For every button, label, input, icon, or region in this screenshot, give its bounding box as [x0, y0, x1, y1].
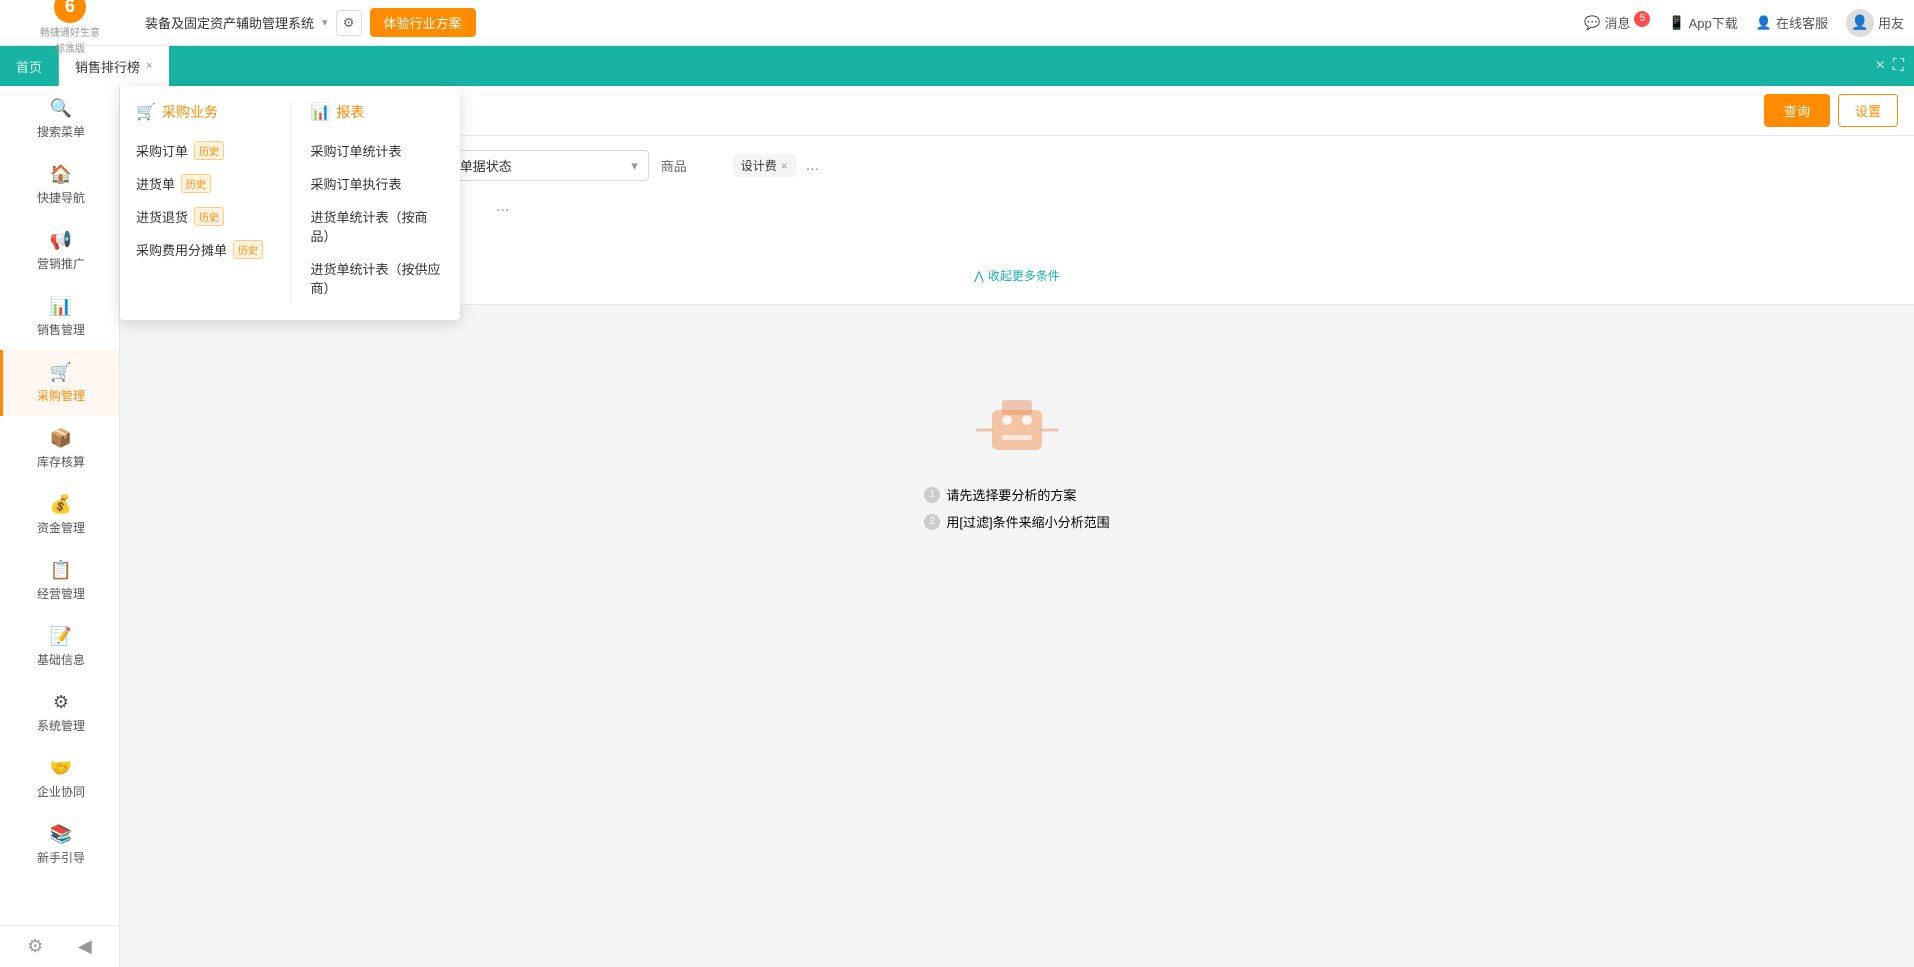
- dropdown-item-incoming-supplier[interactable]: 进货单统计表（按供应商）: [311, 252, 445, 304]
- sidebar-collapse-icon[interactable]: ◀: [78, 936, 92, 957]
- dropdown-item-incoming[interactable]: 进货单 历史: [136, 167, 270, 200]
- dropdown-col-reports-title: 📊 报表: [311, 102, 445, 122]
- operations-icon: 📋: [50, 560, 72, 581]
- purchase-icon: 🛒: [50, 362, 72, 383]
- system-icon: ⚙: [53, 692, 69, 713]
- phone-icon: 📱: [1668, 15, 1684, 31]
- status-arrow-icon: ▾: [631, 158, 638, 174]
- tab-bar-right: × ⛶: [1875, 57, 1914, 75]
- user-area[interactable]: 👤 用友: [1846, 9, 1904, 37]
- empty-illustration: [967, 385, 1067, 465]
- step-num-1: 1: [924, 487, 940, 503]
- goods-tag-close-icon[interactable]: ×: [781, 159, 788, 173]
- tab-close-icon[interactable]: ×: [146, 60, 152, 72]
- home-icon: 🏠: [50, 164, 72, 185]
- message-icon: 💬: [1584, 15, 1600, 31]
- goods-label: 商品: [661, 156, 721, 175]
- inventory-icon: 📦: [50, 428, 72, 449]
- history-badge-2: 历史: [194, 207, 224, 226]
- status-select[interactable]: 单据状态 ▾: [449, 150, 649, 181]
- gear-icon: ⚙: [343, 15, 355, 31]
- sidebar-item-marketing[interactable]: 📢 营销推广: [0, 218, 119, 284]
- sidebar-item-enterprise[interactable]: 🤝 企业协同: [0, 746, 119, 812]
- dropdown-item-order-exec[interactable]: 采购订单执行表: [311, 167, 445, 200]
- dropdown-col-purchase: 🛒 采购业务 采购订单 历史 进货单 历史 进货退货 历史 采购费用分摊单 历史: [120, 102, 286, 304]
- dropdown-item-incoming-goods[interactable]: 进货单统计表（按商品）: [311, 200, 445, 252]
- empty-step-1: 1 请先选择要分析的方案: [924, 485, 1109, 504]
- brand-name: 畅捷通好生意: [40, 24, 100, 39]
- sidebar-settings-icon[interactable]: ⚙: [27, 936, 43, 957]
- logo-area: 6 畅捷通好生意 标准版: [10, 0, 130, 55]
- sidebar-item-operations[interactable]: 📋 经营管理: [0, 548, 119, 614]
- empty-state: 1 请先选择要分析的方案 2 用[过滤]条件来缩小分析范围: [120, 305, 1914, 619]
- sidebar-item-system[interactable]: ⚙ 系统管理: [0, 680, 119, 746]
- top-bar: 6 畅捷通好生意 标准版 装备及固定资产辅助管理系统 ▾ ⚙ 体验行业方案 💬 …: [0, 0, 1914, 46]
- sidebar-item-search[interactable]: 🔍 搜索菜单: [0, 86, 119, 152]
- tab-close-window-btn[interactable]: ×: [1875, 57, 1884, 75]
- tab-expand-btn[interactable]: ⛶: [1893, 57, 1904, 75]
- app-download-btn[interactable]: 📱 App下载: [1668, 13, 1737, 32]
- user-avatar-icon: 👤: [1851, 14, 1868, 31]
- salesperson-filter: ...: [492, 198, 513, 216]
- history-badge-0: 历史: [194, 141, 224, 160]
- online-service-btn[interactable]: 👤 在线客服: [1756, 13, 1828, 32]
- collapse-btn[interactable]: ⋀ 收起更多条件: [962, 261, 1072, 290]
- col-divider: [290, 102, 291, 304]
- status-value: 单据状态: [460, 156, 512, 175]
- query-btn[interactable]: 查询: [1764, 94, 1830, 127]
- settings-icon-btn[interactable]: ⚙: [336, 10, 362, 36]
- sidebar-item-purchase[interactable]: 🛒 采购管理: [0, 350, 119, 416]
- system-name: 装备及固定资产辅助管理系统: [145, 13, 314, 32]
- guide-icon: 📚: [50, 824, 72, 845]
- salesperson-ellipsis-btn[interactable]: ...: [492, 198, 513, 216]
- finance-icon: 💰: [50, 494, 72, 515]
- enterprise-icon: 🤝: [50, 758, 72, 779]
- tab-bar: 首页 销售排行榜 × × ⛶: [0, 46, 1914, 86]
- logo-icon: 6: [54, 0, 86, 23]
- empty-steps: 1 请先选择要分析的方案 2 用[过滤]条件来缩小分析范围: [924, 485, 1109, 539]
- collapse-icon: ⋀: [974, 269, 984, 283]
- sidebar-item-inventory[interactable]: 📦 库存核算: [0, 416, 119, 482]
- dropdown-col-reports: 📊 报表 采购订单统计表 采购订单执行表 进货单统计表（按商品） 进货单统计表（…: [295, 102, 461, 304]
- basic-info-icon: 📝: [50, 626, 72, 647]
- service-icon: 👤: [1756, 15, 1772, 31]
- top-right: 💬 消息 5 📱 App下载 👤 在线客服 👤 用友: [1584, 9, 1904, 37]
- dropdown-item-expense[interactable]: 采购费用分摊单 历史: [136, 233, 270, 266]
- avatar: 👤: [1846, 9, 1874, 37]
- reports-col-icon: 📊: [311, 102, 331, 122]
- goods-filter: 设计费 × ...: [733, 154, 1898, 177]
- sidebar-item-quick-nav[interactable]: 🏠 快捷导航: [0, 152, 119, 218]
- step-num-2: 2: [924, 514, 940, 530]
- sidebar-item-guide[interactable]: 📚 新手引导: [0, 812, 119, 878]
- goods-tag-shejifei: 设计费 ×: [733, 154, 796, 177]
- sidebar-item-finance[interactable]: 💰 资金管理: [0, 482, 119, 548]
- industry-btn[interactable]: 体验行业方案: [370, 8, 476, 37]
- nav-arrow-icon[interactable]: ▾: [322, 16, 328, 29]
- dropdown-item-order-stats[interactable]: 采购订单统计表: [311, 134, 445, 167]
- history-badge-1: 历史: [181, 174, 211, 193]
- purchase-dropdown-menu: 🛒 采购业务 采购订单 历史 进货单 历史 进货退货 历史 采购费用分摊单 历史: [120, 86, 460, 320]
- dropdown-item-return[interactable]: 进货退货 历史: [136, 200, 270, 233]
- sidebar-item-sales[interactable]: 📊 销售管理: [0, 284, 119, 350]
- message-btn[interactable]: 💬 消息 5: [1584, 13, 1650, 32]
- sidebar: 🔍 搜索菜单 🏠 快捷导航 📢 营销推广 📊 销售管理 🛒 采购管理 📦 库存核…: [0, 86, 120, 967]
- search-icon: 🔍: [50, 98, 72, 119]
- dropdown-col-purchase-title: 🛒 采购业务: [136, 102, 270, 122]
- marketing-icon: 📢: [50, 230, 72, 251]
- sales-icon: 📊: [50, 296, 72, 317]
- sidebar-bottom: ⚙ ◀: [0, 925, 119, 967]
- goods-ellipsis-btn[interactable]: ...: [802, 157, 823, 175]
- history-badge-3: 历史: [233, 240, 263, 259]
- top-nav: 装备及固定资产辅助管理系统 ▾ ⚙ 体验行业方案: [140, 8, 1584, 37]
- user-name: 用友: [1878, 13, 1904, 32]
- purchase-col-icon: 🛒: [136, 102, 156, 122]
- message-badge: 5: [1634, 11, 1650, 27]
- dropdown-cols: 🛒 采购业务 采购订单 历史 进货单 历史 进货退货 历史 采购费用分摊单 历史: [120, 102, 460, 304]
- dropdown-item-purchase-order[interactable]: 采购订单 历史: [136, 134, 270, 167]
- set-btn[interactable]: 设置: [1838, 94, 1898, 127]
- brand-version: 标准版: [55, 40, 85, 55]
- empty-step-2: 2 用[过滤]条件来缩小分析范围: [924, 512, 1109, 531]
- sidebar-item-basic-info[interactable]: 📝 基础信息: [0, 614, 119, 680]
- action-btns: 查询 设置: [1764, 94, 1898, 127]
